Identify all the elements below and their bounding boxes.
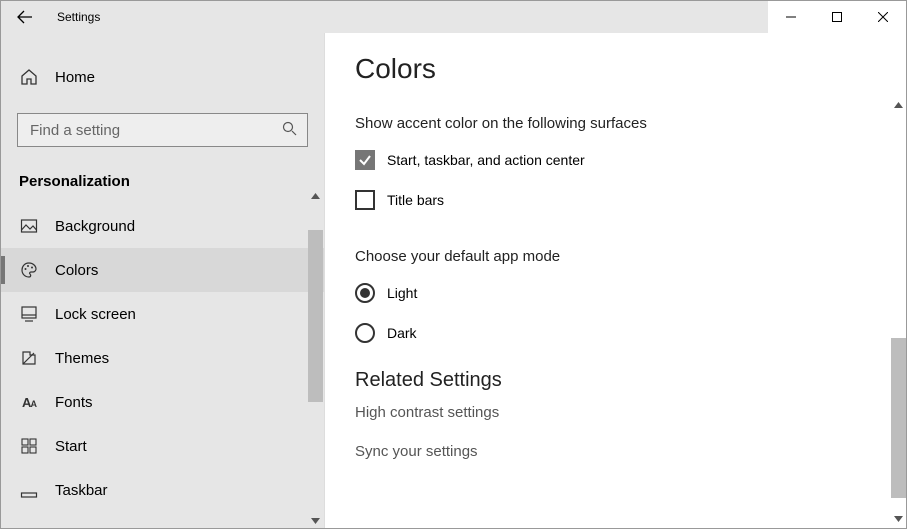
link-high-contrast[interactable]: High contrast settings: [355, 404, 876, 421]
sidebar-scrollbar[interactable]: [308, 188, 323, 528]
sidebar-item-lockscreen[interactable]: Lock screen: [1, 292, 324, 336]
minimize-button[interactable]: [768, 1, 814, 33]
start-icon: [19, 436, 39, 456]
window-title: Settings: [57, 10, 100, 24]
checkbox-title-bars[interactable]: Title bars: [355, 190, 876, 210]
sidebar-item-label: Start: [55, 438, 87, 455]
sidebar-item-home[interactable]: Home: [1, 55, 324, 99]
checkbox-label: Title bars: [387, 192, 444, 208]
link-sync-settings[interactable]: Sync your settings: [355, 443, 876, 460]
close-icon: [878, 12, 888, 22]
checkbox-icon: [355, 150, 375, 170]
sidebar-item-label: Background: [55, 218, 135, 235]
sidebar-item-start[interactable]: Start: [1, 424, 324, 468]
page-title: Colors: [355, 53, 876, 85]
radio-light[interactable]: Light: [355, 283, 876, 303]
sidebar-item-label: Themes: [55, 350, 109, 367]
minimize-icon: [786, 12, 796, 22]
sidebar-category: Personalization: [1, 165, 324, 204]
checkbox-label: Start, taskbar, and action center: [387, 152, 585, 168]
search-input[interactable]: [17, 113, 308, 147]
scroll-down-icon[interactable]: [308, 513, 323, 528]
close-button[interactable]: [860, 1, 906, 33]
lockscreen-icon: [19, 304, 39, 324]
scroll-down-icon[interactable]: [891, 511, 906, 526]
radio-label: Light: [387, 285, 417, 301]
sidebar: Home Personalization Background Colors: [1, 33, 325, 528]
radio-icon: [355, 323, 375, 343]
search-field[interactable]: [28, 121, 282, 140]
content-area: Colors Show accent color on the followin…: [325, 33, 906, 528]
sidebar-item-colors[interactable]: Colors: [1, 248, 324, 292]
scroll-up-icon[interactable]: [308, 188, 323, 203]
checkbox-icon: [355, 190, 375, 210]
scroll-up-icon[interactable]: [891, 97, 906, 112]
palette-icon: [19, 260, 39, 280]
sidebar-item-label: Taskbar: [55, 482, 108, 499]
related-heading: Related Settings: [355, 369, 876, 392]
maximize-button[interactable]: [814, 1, 860, 33]
home-icon: [19, 67, 39, 87]
themes-icon: [19, 348, 39, 368]
fonts-icon: AA: [19, 392, 39, 412]
appmode-subhead: Choose your default app mode: [355, 248, 876, 265]
scroll-thumb[interactable]: [308, 230, 323, 402]
sidebar-item-label: Lock screen: [55, 306, 136, 323]
taskbar-icon: [19, 480, 39, 500]
back-button[interactable]: [1, 1, 49, 33]
sidebar-item-taskbar[interactable]: Taskbar: [1, 468, 324, 512]
radio-label: Dark: [387, 325, 417, 341]
picture-icon: [19, 216, 39, 236]
sidebar-item-label: Colors: [55, 262, 98, 279]
sidebar-item-label: Home: [55, 69, 95, 86]
maximize-icon: [832, 12, 842, 22]
back-arrow-icon: [17, 9, 33, 25]
sidebar-item-label: Fonts: [55, 394, 93, 411]
content-scrollbar[interactable]: [891, 338, 906, 498]
titlebar: Settings: [1, 1, 906, 33]
sidebar-item-background[interactable]: Background: [1, 204, 324, 248]
accent-subhead: Show accent color on the following surfa…: [355, 115, 876, 132]
sidebar-item-fonts[interactable]: AA Fonts: [1, 380, 324, 424]
radio-dark[interactable]: Dark: [355, 323, 876, 343]
checkbox-start-taskbar[interactable]: Start, taskbar, and action center: [355, 150, 876, 170]
sidebar-item-themes[interactable]: Themes: [1, 336, 324, 380]
search-icon: [282, 121, 297, 139]
radio-icon: [355, 283, 375, 303]
